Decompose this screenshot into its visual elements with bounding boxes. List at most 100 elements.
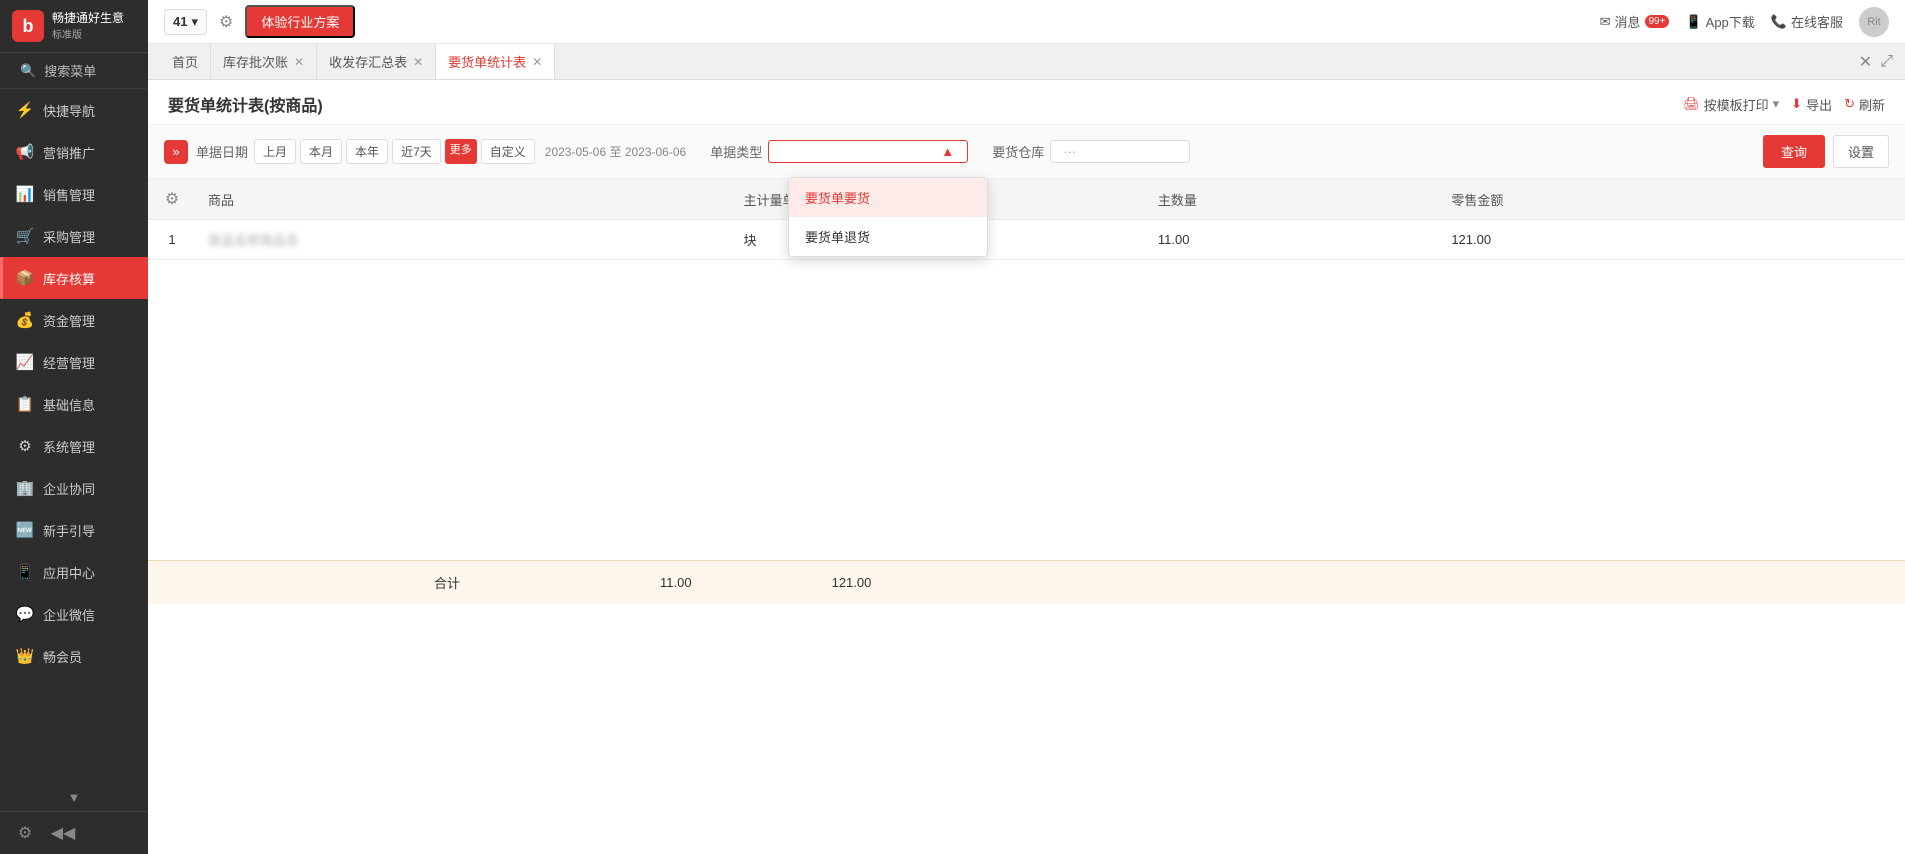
col-header-qty: 主数量 xyxy=(1146,179,1439,220)
sidebar-item-label: 企业微信 xyxy=(43,605,95,624)
user-avatar[interactable]: Rit xyxy=(1859,7,1889,37)
doc-type-input[interactable] xyxy=(777,144,937,159)
sidebar-item-quick-nav[interactable]: ⚡ 快捷导航 xyxy=(0,89,148,131)
sidebar-item-wechat[interactable]: 💬 企业微信 xyxy=(0,593,148,635)
sidebar-item-inventory[interactable]: 📦 库存核算 xyxy=(0,257,148,299)
cell-seq: 1 xyxy=(148,220,196,260)
column-settings-icon[interactable]: ⚙ xyxy=(165,191,179,208)
chevron-down-icon: ▾ xyxy=(191,14,198,30)
table-header-row: ⚙ 商品 主计量单位 主数量 零售金额 xyxy=(148,179,1905,220)
warehouse-more-icon[interactable]: ··· xyxy=(1063,144,1076,159)
settings-icon[interactable]: ⚙ xyxy=(12,820,38,846)
query-btn[interactable]: 查询 xyxy=(1763,135,1825,168)
filter-settings-btn[interactable]: 设置 xyxy=(1833,135,1889,168)
finance-icon: 💰 xyxy=(15,310,35,330)
message-btn[interactable]: ✉ 消息 99+ xyxy=(1600,12,1670,31)
dropdown-item-order-return[interactable]: 要货单退货 xyxy=(789,217,987,256)
member-icon: 👑 xyxy=(15,646,35,666)
message-icon: ✉ xyxy=(1600,14,1611,30)
sidebar-item-operation[interactable]: 📈 经营管理 xyxy=(0,341,148,383)
print-icon: 🖨 xyxy=(1683,96,1700,112)
filter-action-btns: 查询 设置 xyxy=(1763,135,1889,168)
empty-space xyxy=(148,260,1905,560)
sidebar-logo: b 畅捷通好生意 标准版 xyxy=(0,0,148,53)
table-footer: 合计 11.00 121.00 xyxy=(148,560,1905,604)
sidebar-item-label: 采购管理 xyxy=(43,227,95,246)
last-7-days-btn[interactable]: 近7天 xyxy=(392,139,441,164)
tab-batch-account[interactable]: 库存批次账 ✕ xyxy=(211,44,317,79)
tab-home[interactable]: 首页 xyxy=(160,44,211,79)
doc-type-filter: 单据类型 ▲ xyxy=(710,140,968,163)
this-month-btn[interactable]: 本月 xyxy=(300,139,342,164)
page-title: 要货单统计表(按商品) xyxy=(168,92,323,116)
sidebar-item-baseinfo[interactable]: 📋 基础信息 xyxy=(0,383,148,425)
page-actions: 🖨 按模板打印 ▾ ⬇ 导出 ↻ 刷新 xyxy=(1683,95,1885,114)
tab-collect-report[interactable]: 收发存汇总表 ✕ xyxy=(317,44,436,79)
refresh-btn[interactable]: ↻ 刷新 xyxy=(1844,95,1885,114)
doc-type-arrow-icon[interactable]: ▲ xyxy=(941,144,954,159)
sidebar-item-sales[interactable]: 📊 销售管理 xyxy=(0,173,148,215)
col-header-product: 商品 xyxy=(196,179,731,220)
dropdown-item-label: 要货单要货 xyxy=(805,191,870,206)
cell-product: 商品名称商品名 xyxy=(196,220,731,260)
page-header: 要货单统计表(按商品) 🖨 按模板打印 ▾ ⬇ 导出 ↻ 刷新 xyxy=(148,80,1905,125)
tabs-bar: 首页 库存批次账 ✕ 收发存汇总表 ✕ 要货单统计表 ✕ ✕ ⤢ xyxy=(148,44,1905,80)
download-icon: 📱 xyxy=(1685,14,1701,30)
topbar-gear-icon[interactable]: ⚙ xyxy=(219,12,233,32)
cell-amount: 121.00 xyxy=(1439,220,1793,260)
window-controls: ✕ ⤢ xyxy=(1859,52,1893,72)
sidebar-item-enterprise[interactable]: 🏢 企业协同 xyxy=(0,467,148,509)
sidebar-item-label: 资金管理 xyxy=(43,311,95,330)
sidebar-item-label: 营销推广 xyxy=(43,143,95,162)
sidebar-item-purchase[interactable]: 🛒 采购管理 xyxy=(0,215,148,257)
data-table-wrap: ⚙ 商品 主计量单位 主数量 零售金额 1 商品名称商品名 xyxy=(148,179,1905,260)
tab-order-stats[interactable]: 要货单统计表 ✕ xyxy=(436,44,555,79)
prev-month-btn[interactable]: 上月 xyxy=(254,139,296,164)
search-icon: 🔍 xyxy=(20,63,36,79)
app-name-block: 畅捷通好生意 标准版 xyxy=(52,11,124,42)
filter-expand-btn[interactable]: » xyxy=(164,140,188,164)
dropdown-item-order-goods[interactable]: 要货单要货 xyxy=(789,178,987,217)
sidebar-item-appcenter[interactable]: 📱 应用中心 xyxy=(0,551,148,593)
refresh-label: 刷新 xyxy=(1859,95,1885,114)
print-btn[interactable]: 🖨 按模板打印 ▾ xyxy=(1683,95,1779,114)
warehouse-input[interactable]: ··· xyxy=(1050,140,1190,163)
online-service-btn[interactable]: 📞 在线客服 xyxy=(1771,12,1843,31)
topbar: 41 ▾ ⚙ 体验行业方案 ✉ 消息 99+ 📱 App下载 📞 在线客服 Ri… xyxy=(148,0,1905,44)
col-header-extra xyxy=(1793,179,1905,220)
cell-extra xyxy=(1793,220,1905,260)
tab-batch-account-label: 库存批次账 xyxy=(223,52,288,71)
sidebar-item-marketing[interactable]: 📢 营销推广 xyxy=(0,131,148,173)
tab-order-stats-close[interactable]: ✕ xyxy=(532,55,542,69)
date-filter-group: 单据日期 上月 本月 本年 近7天 更多 自定义 2023-05-06 至 20… xyxy=(196,139,686,164)
refresh-icon: ↻ xyxy=(1844,96,1855,112)
quick-nav-icon: ⚡ xyxy=(15,100,35,120)
sidebar-item-label: 应用中心 xyxy=(43,563,95,582)
custom-date-btn[interactable]: 自定义 xyxy=(481,139,535,164)
trial-btn[interactable]: 体验行业方案 xyxy=(245,5,355,38)
collapse-icon[interactable]: ◀◀ xyxy=(50,820,76,846)
store-selector[interactable]: 41 ▾ xyxy=(164,9,207,35)
sidebar-scroll-down[interactable]: ▼ xyxy=(0,784,148,811)
col-header-amount: 零售金额 xyxy=(1439,179,1793,220)
sidebar-item-guide[interactable]: 🆕 新手引导 xyxy=(0,509,148,551)
filter-bar: » 单据日期 上月 本月 本年 近7天 更多 自定义 2023-05-06 至 … xyxy=(148,125,1905,179)
sidebar-search[interactable]: 🔍 搜索菜单 xyxy=(0,53,148,89)
more-dates-badge[interactable]: 更多 xyxy=(445,139,477,164)
tab-collect-report-close[interactable]: ✕ xyxy=(413,55,423,69)
sidebar-item-member[interactable]: 👑 畅会员 xyxy=(0,635,148,677)
close-window-btn[interactable]: ✕ xyxy=(1859,52,1872,72)
warehouse-label: 要货仓库 xyxy=(992,142,1044,161)
sidebar: b 畅捷通好生意 标准版 🔍 搜索菜单 ⚡ 快捷导航 📢 营销推广 📊 销售管理… xyxy=(0,0,148,854)
this-year-btn[interactable]: 本年 xyxy=(346,139,388,164)
export-btn[interactable]: ⬇ 导出 xyxy=(1791,95,1832,114)
store-number: 41 xyxy=(173,14,187,29)
app-download-btn[interactable]: 📱 App下载 xyxy=(1685,12,1754,31)
doc-type-select[interactable]: ▲ xyxy=(768,140,968,163)
tab-batch-account-close[interactable]: ✕ xyxy=(294,55,304,69)
sidebar-item-system[interactable]: ⚙ 系统管理 xyxy=(0,425,148,467)
sidebar-item-finance[interactable]: 💰 资金管理 xyxy=(0,299,148,341)
expand-window-btn[interactable]: ⤢ xyxy=(1880,53,1893,71)
export-label: 导出 xyxy=(1806,95,1832,114)
app-download-label: App下载 xyxy=(1706,12,1755,31)
